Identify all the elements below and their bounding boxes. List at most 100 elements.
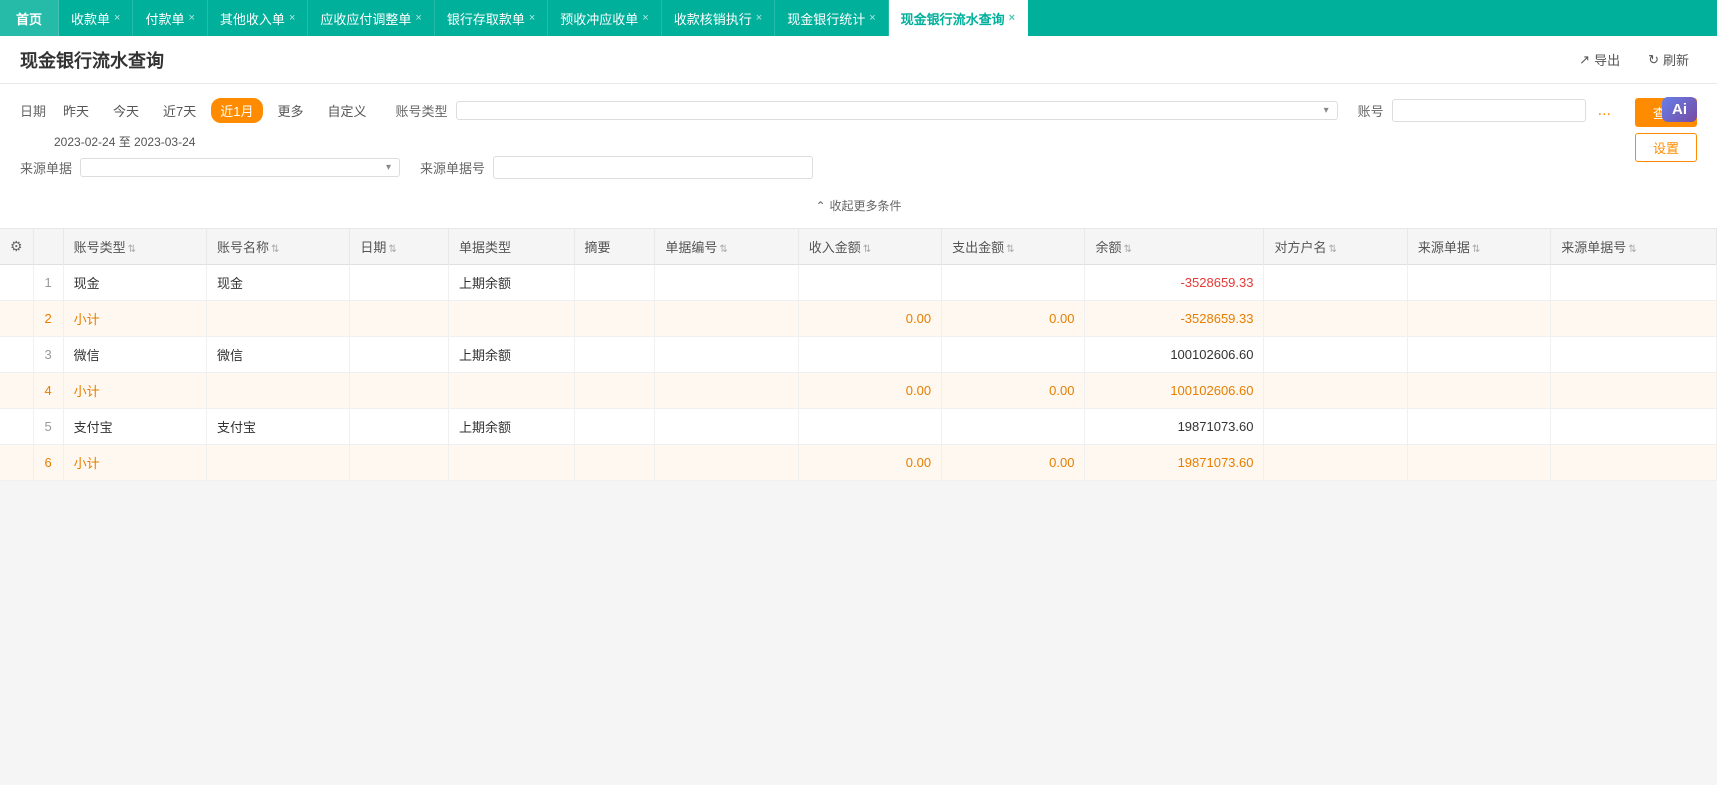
cell-num: 4: [33, 373, 63, 409]
sort-icon: ⇅: [1006, 244, 1014, 255]
cell-account-name: [206, 301, 349, 337]
col-account-name[interactable]: 账号名称⇅: [206, 229, 349, 265]
cell-num: 6: [33, 445, 63, 481]
col-doc-no[interactable]: 单据编号⇅: [655, 229, 798, 265]
sort-icon: ⇅: [1123, 244, 1131, 255]
cell-date: [350, 265, 449, 301]
col-balance[interactable]: 余额⇅: [1085, 229, 1264, 265]
cell-account-type: 支付宝: [63, 409, 206, 445]
date-btn-custom[interactable]: 自定义: [319, 98, 376, 123]
sort-icon: ⇅: [1628, 244, 1636, 255]
close-icon[interactable]: ×: [1009, 12, 1015, 24]
cell-account-name: [206, 373, 349, 409]
cell-income: 0.00: [798, 373, 941, 409]
cell-settings: [0, 445, 33, 481]
cell-balance: -3528659.33: [1085, 301, 1264, 337]
col-source-doc[interactable]: 来源单据⇅: [1407, 229, 1550, 265]
cell-source-doc-no: [1551, 301, 1717, 337]
date-btn-1month[interactable]: 近1月: [211, 98, 262, 123]
date-range-display: 2023-02-24 至 2023-03-24: [54, 135, 195, 149]
cell-income: 0.00: [798, 301, 941, 337]
refresh-button[interactable]: ↻ 刷新: [1640, 46, 1697, 73]
col-account-type[interactable]: 账号类型⇅: [63, 229, 206, 265]
close-icon[interactable]: ×: [289, 12, 295, 24]
cell-num: 3: [33, 337, 63, 373]
cell-counterpart: [1264, 373, 1407, 409]
source-doc-select[interactable]: ▾: [80, 158, 400, 177]
source-doc-no-label: 来源单据号: [420, 158, 485, 177]
account-dots-button[interactable]: ...: [1594, 102, 1615, 120]
cell-counterpart: [1264, 301, 1407, 337]
cell-counterpart: [1264, 409, 1407, 445]
collapse-label: 收起更多条件: [830, 197, 902, 214]
sort-icon: ⇅: [1329, 244, 1337, 255]
home-label: 首页: [16, 9, 42, 28]
ai-badge[interactable]: Ai: [1662, 97, 1697, 122]
cell-balance: 19871073.60: [1085, 445, 1264, 481]
col-income[interactable]: 收入金额⇅: [798, 229, 941, 265]
close-icon[interactable]: ×: [415, 12, 421, 24]
nav-home[interactable]: 首页: [0, 0, 59, 36]
cell-source-doc: [1407, 445, 1550, 481]
cell-doc-no: [655, 301, 798, 337]
cell-doc-type: [448, 301, 574, 337]
cell-income: [798, 265, 941, 301]
col-settings[interactable]: ⚙: [0, 229, 33, 265]
nav-tab-yushouying[interactable]: 预收冲应收单 ×: [548, 0, 661, 36]
filter-row-source: 来源单据 ▾ 来源单据号: [20, 156, 1615, 179]
nav-tab-xianjinyinhang-liushui[interactable]: 现金银行流水查询 ×: [889, 0, 1028, 36]
cell-num: 2: [33, 301, 63, 337]
cell-expense: [942, 337, 1085, 373]
nav-tab-qitashouru[interactable]: 其他收入单 ×: [208, 0, 308, 36]
refresh-label: 刷新: [1663, 50, 1689, 69]
export-button[interactable]: ↗ 导出: [1571, 46, 1628, 73]
cell-doc-type: 上期余额: [448, 337, 574, 373]
tab-label: 收款单: [71, 9, 110, 28]
cell-num: 1: [33, 265, 63, 301]
cell-expense: 0.00: [942, 373, 1085, 409]
nav-tab-yinxingcunqu[interactable]: 银行存取款单 ×: [435, 0, 548, 36]
date-btn-more[interactable]: 更多: [269, 98, 313, 123]
account-label: 账号: [1358, 101, 1384, 120]
date-btn-yesterday[interactable]: 昨天: [54, 98, 98, 123]
close-icon[interactable]: ×: [642, 12, 648, 24]
close-icon[interactable]: ×: [869, 12, 875, 24]
col-source-doc-no[interactable]: 来源单据号⇅: [1551, 229, 1717, 265]
nav-tab-yingshouyingfu[interactable]: 应收应付调整单 ×: [308, 0, 434, 36]
nav-tab-shoukuandan[interactable]: 收款单 ×: [59, 0, 133, 36]
close-icon[interactable]: ×: [114, 12, 120, 24]
account-type-select[interactable]: ▾: [456, 101, 1338, 120]
close-icon[interactable]: ×: [529, 12, 535, 24]
table-header-row: ⚙ 账号类型⇅ 账号名称⇅ 日期⇅ 单据类型 摘要 单据编号⇅ 收入金额⇅ 支出…: [0, 229, 1717, 265]
nav-tab-shoukuanhexiao[interactable]: 收款核销执行 ×: [662, 0, 775, 36]
date-btn-7days[interactable]: 近7天: [154, 98, 205, 123]
col-counterpart[interactable]: 对方户名⇅: [1264, 229, 1407, 265]
source-doc-no-input[interactable]: [493, 156, 813, 179]
refresh-icon: ↻: [1648, 52, 1659, 68]
close-icon[interactable]: ×: [756, 12, 762, 24]
cell-account-name: 微信: [206, 337, 349, 373]
account-group: 账号 ...: [1358, 99, 1615, 122]
cell-source-doc: [1407, 265, 1550, 301]
source-doc-group: 来源单据 ▾: [20, 158, 400, 177]
tab-label: 预收冲应收单: [560, 9, 638, 28]
cell-account-name: [206, 445, 349, 481]
close-icon[interactable]: ×: [188, 12, 194, 24]
gear-icon[interactable]: ⚙: [10, 238, 23, 254]
collapse-up-icon: ⌃: [815, 199, 825, 213]
cell-summary: [574, 409, 655, 445]
source-doc-no-group: 来源单据号: [420, 156, 813, 179]
nav-tab-fukuandan[interactable]: 付款单 ×: [133, 0, 207, 36]
table-row: 6小计0.000.0019871073.60: [0, 445, 1717, 481]
settings-button[interactable]: 设置: [1635, 133, 1697, 162]
nav-tab-xianjinyinhang-tongji[interactable]: 现金银行统计 ×: [775, 0, 888, 36]
collapse-more-button[interactable]: ⌃ 收起更多条件: [20, 193, 1697, 218]
chevron-down-icon: ▾: [1324, 105, 1329, 116]
data-table: ⚙ 账号类型⇅ 账号名称⇅ 日期⇅ 单据类型 摘要 单据编号⇅ 收入金额⇅ 支出…: [0, 229, 1717, 481]
account-input[interactable]: [1392, 99, 1586, 122]
cell-date: [350, 301, 449, 337]
cell-source-doc-no: [1551, 337, 1717, 373]
date-btn-today[interactable]: 今天: [104, 98, 148, 123]
col-date[interactable]: 日期⇅: [350, 229, 449, 265]
col-expense[interactable]: 支出金额⇅: [942, 229, 1085, 265]
